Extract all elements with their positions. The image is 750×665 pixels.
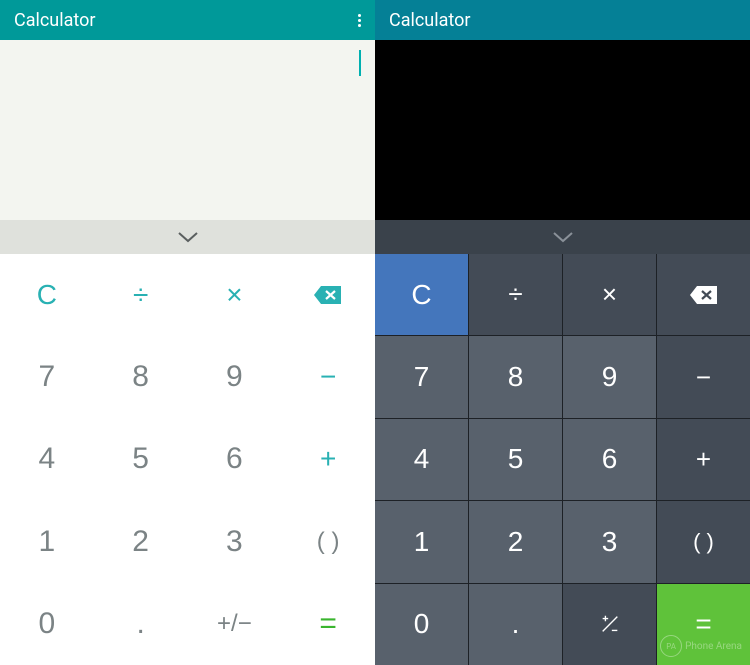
expand-bar[interactable] bbox=[0, 220, 375, 254]
divide-button[interactable]: ÷ bbox=[94, 254, 188, 336]
equals-button[interactable]: = bbox=[281, 583, 375, 665]
keypad: C ÷ × 7 8 9 − 4 5 6 + 1 2 3 ( ) 0 . +/− bbox=[0, 254, 375, 665]
decimal-button[interactable]: . bbox=[94, 583, 188, 665]
decimal-button[interactable]: . bbox=[469, 584, 562, 665]
digit-1-button[interactable]: 1 bbox=[375, 501, 468, 582]
multiply-button[interactable]: × bbox=[563, 254, 656, 335]
keypad: C ÷ × 7 8 9 − 4 5 6 + 1 2 3 ( ) 0 . bbox=[375, 254, 750, 665]
expand-bar[interactable] bbox=[375, 220, 750, 254]
app-header: Calculator bbox=[375, 0, 750, 40]
digit-3-button[interactable]: 3 bbox=[188, 501, 282, 583]
digit-6-button[interactable]: 6 bbox=[563, 419, 656, 500]
parentheses-button[interactable]: ( ) bbox=[657, 501, 750, 582]
minus-button[interactable]: − bbox=[657, 336, 750, 417]
minus-button[interactable]: − bbox=[281, 336, 375, 418]
equals-button[interactable]: = bbox=[657, 584, 750, 665]
text-cursor bbox=[359, 50, 361, 76]
digit-9-button[interactable]: 9 bbox=[563, 336, 656, 417]
clear-button[interactable]: C bbox=[375, 254, 468, 335]
digit-8-button[interactable]: 8 bbox=[94, 336, 188, 418]
backspace-button[interactable] bbox=[281, 254, 375, 336]
backspace-icon bbox=[689, 284, 719, 306]
more-icon[interactable] bbox=[358, 14, 361, 27]
backspace-icon bbox=[313, 284, 343, 306]
digit-8-button[interactable]: 8 bbox=[469, 336, 562, 417]
parentheses-button[interactable]: ( ) bbox=[281, 501, 375, 583]
digit-0-button[interactable]: 0 bbox=[0, 583, 94, 665]
digit-7-button[interactable]: 7 bbox=[0, 336, 94, 418]
plus-minus-button[interactable] bbox=[563, 584, 656, 665]
digit-7-button[interactable]: 7 bbox=[375, 336, 468, 417]
calculator-app-dark: Calculator C ÷ × 7 8 9 − 4 5 6 + bbox=[375, 0, 750, 665]
display-area[interactable] bbox=[375, 40, 750, 220]
digit-1-button[interactable]: 1 bbox=[0, 501, 94, 583]
clear-button[interactable]: C bbox=[0, 254, 94, 336]
app-title: Calculator bbox=[14, 10, 95, 31]
digit-4-button[interactable]: 4 bbox=[0, 418, 94, 500]
app-header: Calculator bbox=[0, 0, 375, 40]
digit-6-button[interactable]: 6 bbox=[188, 418, 282, 500]
app-title: Calculator bbox=[389, 10, 470, 31]
calculator-app-light: Calculator C ÷ × 7 8 9 bbox=[0, 0, 375, 665]
display-area[interactable] bbox=[0, 40, 375, 220]
digit-9-button[interactable]: 9 bbox=[188, 336, 282, 418]
digit-0-button[interactable]: 0 bbox=[375, 584, 468, 665]
plus-button[interactable]: + bbox=[657, 419, 750, 500]
backspace-button[interactable] bbox=[657, 254, 750, 335]
multiply-button[interactable]: × bbox=[188, 254, 282, 336]
divide-button[interactable]: ÷ bbox=[469, 254, 562, 335]
plus-minus-icon bbox=[599, 613, 621, 635]
digit-5-button[interactable]: 5 bbox=[94, 418, 188, 500]
chevron-down-icon bbox=[552, 230, 574, 244]
digit-5-button[interactable]: 5 bbox=[469, 419, 562, 500]
plus-minus-button[interactable]: +/− bbox=[188, 583, 282, 665]
plus-button[interactable]: + bbox=[281, 418, 375, 500]
digit-4-button[interactable]: 4 bbox=[375, 419, 468, 500]
digit-2-button[interactable]: 2 bbox=[94, 501, 188, 583]
chevron-down-icon bbox=[177, 230, 199, 244]
digit-2-button[interactable]: 2 bbox=[469, 501, 562, 582]
digit-3-button[interactable]: 3 bbox=[563, 501, 656, 582]
